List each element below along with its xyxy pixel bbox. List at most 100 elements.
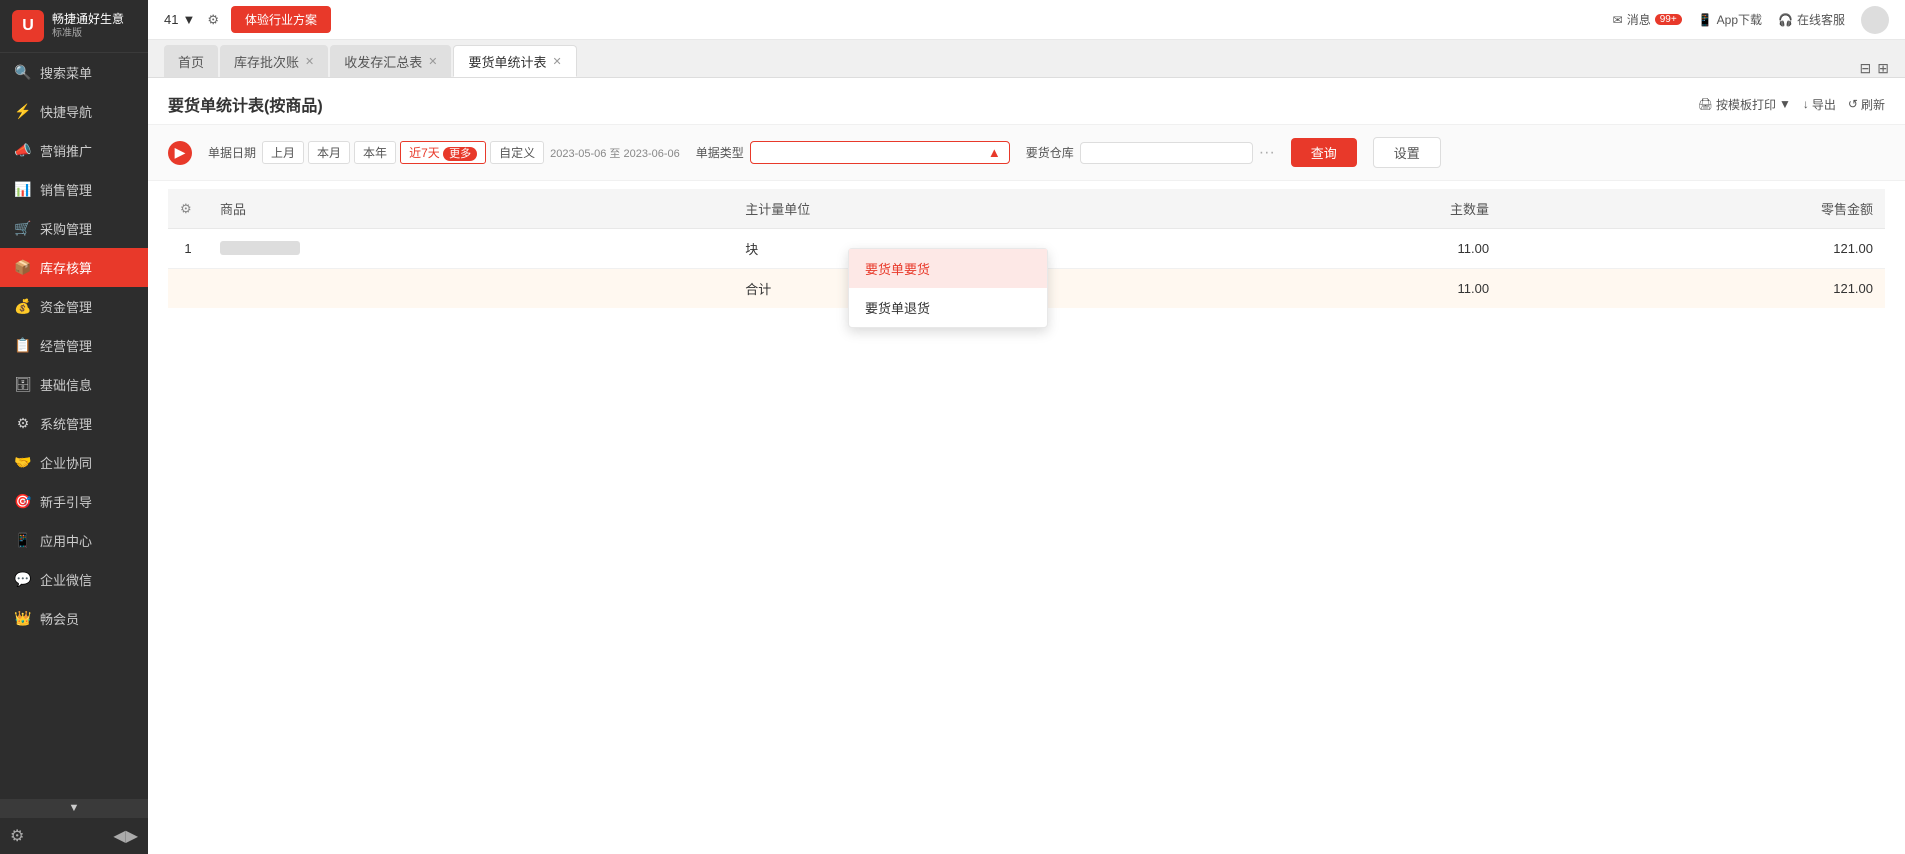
- tab-expand-icon[interactable]: ⊞: [1877, 60, 1889, 77]
- inventory-icon: 📦: [14, 259, 32, 276]
- tab-order-stats[interactable]: 要货单统计表 ✕: [453, 45, 576, 77]
- table-settings-icon[interactable]: ⚙: [180, 201, 192, 216]
- type-filter-label: 单据类型: [696, 144, 744, 161]
- total-label: [168, 269, 733, 309]
- collapse-icon[interactable]: ◀▶: [113, 826, 138, 846]
- date-btn-this-year[interactable]: 本年: [354, 141, 396, 164]
- service-item[interactable]: 🎧 在线客服: [1778, 11, 1845, 28]
- tab-home-label: 首页: [178, 52, 204, 71]
- sidebar-item-label: 库存核算: [40, 258, 92, 277]
- header-settings-icon[interactable]: ⚙: [207, 12, 219, 28]
- product-name-blurred: [220, 241, 300, 255]
- sidebar-item-app-center[interactable]: 📱 应用中心: [0, 521, 148, 560]
- date-filter-group: 单据日期 上月 本月 本年 近7天 更多 自定义 2023-05-06 至 20…: [208, 141, 680, 164]
- sidebar-item-marketing[interactable]: 📣 营销推广: [0, 131, 148, 170]
- type-select-box[interactable]: ▲: [750, 141, 1010, 164]
- sidebar-item-label: 营销推广: [40, 141, 92, 160]
- logo-icon: U: [12, 10, 44, 42]
- search-nav-icon: 🔍: [14, 64, 32, 81]
- sidebar-item-wechat[interactable]: 💬 企业微信: [0, 560, 148, 599]
- date-btn-custom[interactable]: 自定义: [490, 141, 544, 164]
- date-range-text: 2023-05-06 至 2023-06-06: [550, 145, 680, 161]
- sidebar-item-inventory[interactable]: 📦 库存核算: [0, 248, 148, 287]
- warehouse-filter-group: 要货仓库 ···: [1026, 142, 1275, 164]
- sidebar-item-system[interactable]: ⚙ 系统管理: [0, 404, 148, 443]
- app-download-item[interactable]: 📱 App下载: [1698, 11, 1762, 28]
- export-icon: ↓: [1803, 97, 1809, 111]
- message-label: 消息: [1627, 11, 1651, 28]
- sidebar-item-label: 畅会员: [40, 609, 79, 628]
- tab-collapse-icon[interactable]: ⊟: [1860, 60, 1872, 77]
- app-icon: 📱: [1698, 13, 1713, 27]
- wechat-icon: 💬: [14, 571, 32, 588]
- sidebar-item-enterprise[interactable]: 🤝 企业协同: [0, 443, 148, 482]
- tabs-bar: 首页 库存批次账 ✕ 收发存汇总表 ✕ 要货单统计表 ✕ ⊟ ⊞: [148, 40, 1905, 78]
- query-button[interactable]: 查询: [1291, 138, 1357, 167]
- date-filter-label: 单据日期: [208, 144, 256, 161]
- app-center-icon: 📱: [14, 532, 32, 549]
- store-selector[interactable]: 41 ▼: [164, 12, 195, 27]
- sidebar-logo[interactable]: U 畅捷通好生意 标准版: [0, 0, 148, 53]
- date-btn-this-month[interactable]: 本月: [308, 141, 350, 164]
- sidebar-item-basics[interactable]: 🗄 基础信息: [0, 365, 148, 404]
- operations-icon: 📋: [14, 337, 32, 354]
- export-button[interactable]: ↓ 导出: [1803, 96, 1836, 113]
- set-button[interactable]: 设置: [1373, 137, 1441, 168]
- close-tab-order-stats[interactable]: ✕: [553, 55, 562, 68]
- more-filter-icon[interactable]: ···: [1259, 144, 1275, 162]
- sidebar-item-beginner[interactable]: 🎯 新手引导: [0, 482, 148, 521]
- row-product: [208, 229, 733, 269]
- dropdown-item-order-goods[interactable]: 要货单要货: [849, 249, 1047, 288]
- dropdown-item-order-return[interactable]: 要货单退货: [849, 288, 1047, 327]
- settings-bottom-icon[interactable]: ⚙: [10, 826, 24, 846]
- system-icon: ⚙: [14, 415, 32, 432]
- sidebar-item-search[interactable]: 🔍 搜索菜单: [0, 53, 148, 92]
- sidebar-item-finance[interactable]: 💰 资金管理: [0, 287, 148, 326]
- trial-button[interactable]: 体验行业方案: [231, 6, 331, 33]
- sidebar-item-operations[interactable]: 📋 经营管理: [0, 326, 148, 365]
- sidebar-item-purchase[interactable]: 🛒 采购管理: [0, 209, 148, 248]
- total-quantity: 11.00: [1183, 269, 1501, 309]
- total-amount: 121.00: [1501, 269, 1885, 309]
- print-chevron-icon: ▼: [1779, 97, 1791, 111]
- tab-receive-summary[interactable]: 收发存汇总表 ✕: [330, 45, 451, 77]
- tab-receive-summary-label: 收发存汇总表: [344, 52, 422, 71]
- close-tab-receive-summary[interactable]: ✕: [428, 55, 437, 68]
- print-button[interactable]: 🖨 按模板打印 ▼: [1698, 96, 1791, 113]
- sidebar-item-sales[interactable]: 📊 销售管理: [0, 170, 148, 209]
- col-amount: 零售金额: [1501, 189, 1885, 229]
- sidebar-item-label: 企业协同: [40, 453, 92, 472]
- refresh-icon: ↺: [1848, 97, 1858, 111]
- type-filter-group: 单据类型 ▲: [696, 141, 1010, 164]
- tab-order-stats-label: 要货单统计表: [468, 52, 546, 71]
- tab-inventory-batch[interactable]: 库存批次账 ✕: [220, 45, 328, 77]
- sidebar-item-label: 资金管理: [40, 297, 92, 316]
- type-chevron-icon[interactable]: ▲: [988, 145, 1001, 160]
- refresh-button[interactable]: ↺ 刷新: [1848, 96, 1885, 113]
- sidebar-item-label: 应用中心: [40, 531, 92, 550]
- more-dates-badge: 更多: [443, 147, 477, 161]
- tab-controls: ⊟ ⊞: [1860, 60, 1889, 77]
- col-quantity: 主数量: [1183, 189, 1501, 229]
- type-select-input[interactable]: [759, 146, 984, 160]
- app-label: App下载: [1717, 11, 1762, 28]
- filter-bar: ▶ 单据日期 上月 本月 本年 近7天 更多 自定义 2023-05-06 至 …: [148, 125, 1905, 181]
- sidebar-item-label: 系统管理: [40, 414, 92, 433]
- date-btn-7days[interactable]: 近7天 更多: [400, 141, 486, 164]
- message-item[interactable]: ✉ 消息 99+: [1613, 11, 1682, 28]
- warehouse-input[interactable]: [1080, 142, 1253, 164]
- close-tab-inventory-batch[interactable]: ✕: [305, 55, 314, 68]
- avatar[interactable]: [1861, 6, 1889, 34]
- shortcut-icon: ⚡: [14, 103, 32, 120]
- print-icon: 🖨: [1698, 97, 1713, 111]
- filter-toggle-btn[interactable]: ▶: [168, 141, 192, 165]
- sidebar-item-label: 企业微信: [40, 570, 92, 589]
- sidebar-scroll-down[interactable]: ▼: [0, 799, 148, 817]
- date-btn-last-month[interactable]: 上月: [262, 141, 304, 164]
- sidebar-item-shortcut[interactable]: ⚡ 快捷导航: [0, 92, 148, 131]
- sidebar: U 畅捷通好生意 标准版 🔍 搜索菜单 ⚡ 快捷导航 📣 营销推广 📊 销售管理…: [0, 0, 148, 854]
- tab-home[interactable]: 首页: [164, 45, 218, 77]
- sidebar-nav: 🔍 搜索菜单 ⚡ 快捷导航 📣 营销推广 📊 销售管理 🛒 采购管理 📦 库存核…: [0, 53, 148, 799]
- sidebar-item-member[interactable]: 👑 畅会员: [0, 599, 148, 638]
- sidebar-item-label: 经营管理: [40, 336, 92, 355]
